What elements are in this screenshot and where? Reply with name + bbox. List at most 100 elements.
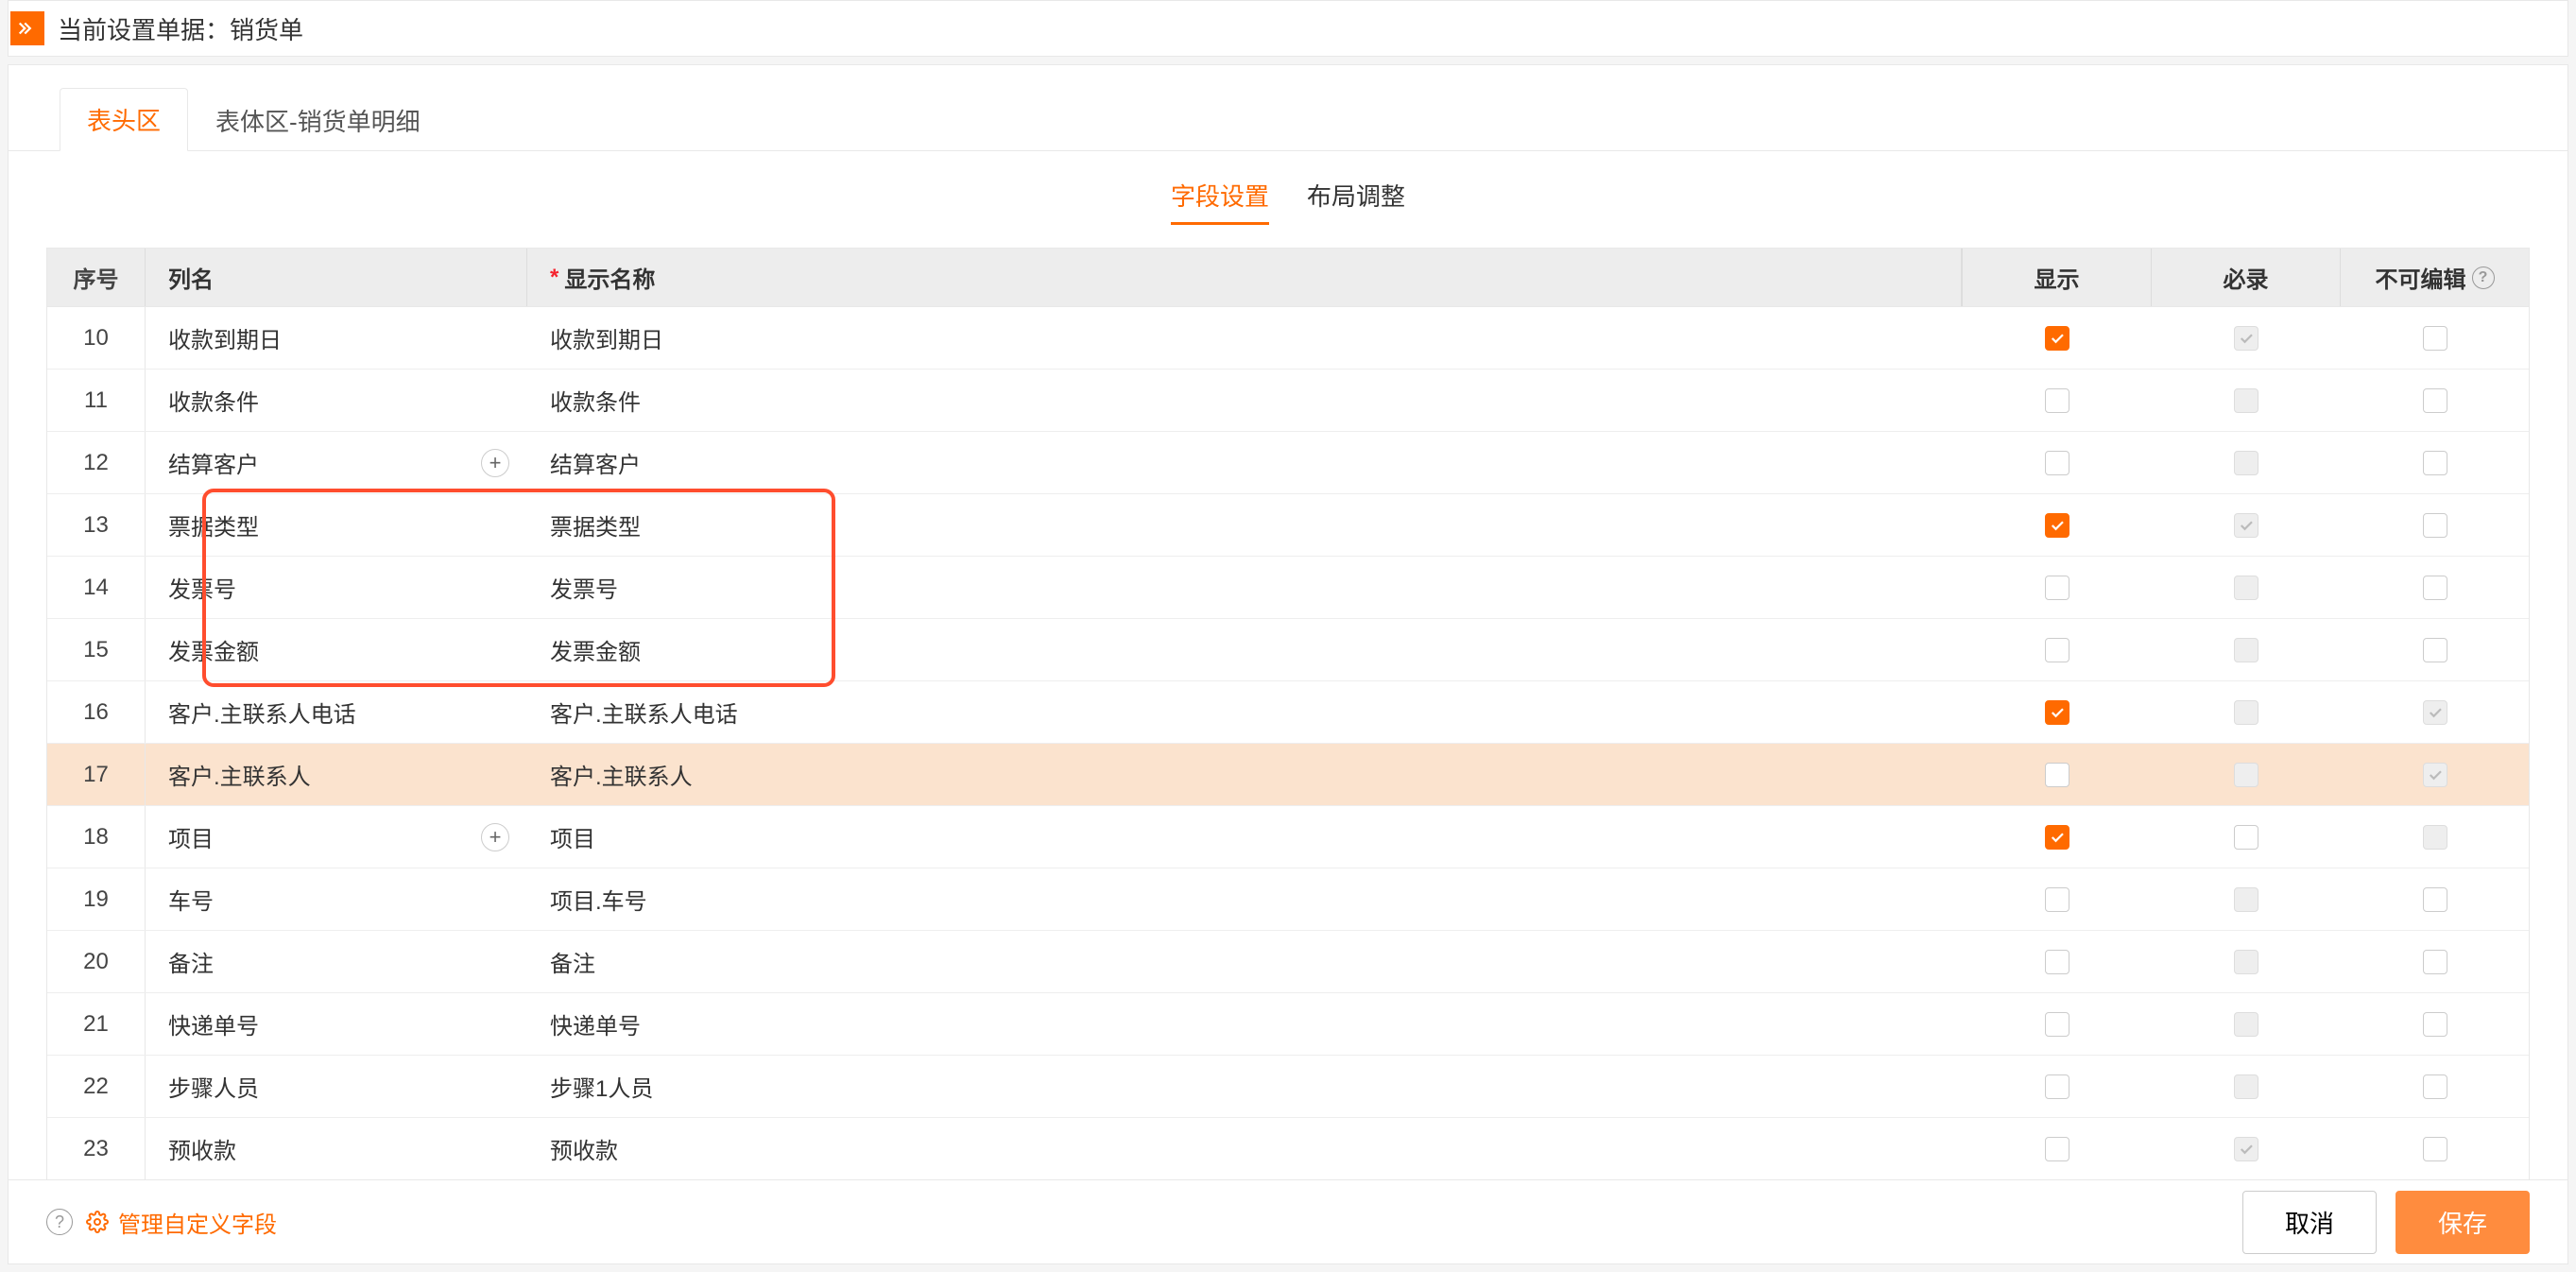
row-name: 发票号: [146, 557, 527, 618]
cell-readonly: [2340, 432, 2529, 493]
checkbox-readonly[interactable]: [2423, 1012, 2447, 1037]
table-row[interactable]: 17客户.主联系人客户.主联系人: [47, 744, 2529, 806]
table-row[interactable]: 20备注备注: [47, 931, 2529, 993]
checkbox-readonly: [2423, 763, 2447, 787]
table-row[interactable]: 18项目+项目: [47, 806, 2529, 868]
checkbox-readonly[interactable]: [2423, 388, 2447, 413]
cell-readonly: [2340, 619, 2529, 680]
cell-required: [2151, 868, 2340, 930]
cancel-button[interactable]: 取消: [2242, 1191, 2377, 1254]
cell-required: [2151, 557, 2340, 618]
cell-show: [1962, 744, 2151, 805]
checkbox-readonly[interactable]: [2423, 1137, 2447, 1161]
row-display-name[interactable]: 结算客户: [527, 432, 1962, 493]
checkbox-required: [2234, 763, 2258, 787]
row-display-name[interactable]: 步骤1人员: [527, 1056, 1962, 1117]
checkbox-required: [2234, 950, 2258, 974]
row-display-name[interactable]: 发票号: [527, 557, 1962, 618]
manage-custom-fields-link[interactable]: ? 管理自定义字段: [46, 1206, 277, 1239]
expand-sidebar-button[interactable]: [10, 11, 44, 45]
table-row[interactable]: 10收款到期日收款到期日: [47, 307, 2529, 370]
checkbox-required[interactable]: [2234, 825, 2258, 850]
row-name: 客户.主联系人: [146, 744, 527, 805]
row-display-name[interactable]: 客户.主联系人电话: [527, 681, 1962, 743]
table-row[interactable]: 11收款条件收款条件: [47, 370, 2529, 432]
checkbox-show[interactable]: [2045, 326, 2069, 351]
cell-required: [2151, 806, 2340, 868]
checkbox-show[interactable]: [2045, 451, 2069, 475]
checkbox-show[interactable]: [2045, 513, 2069, 538]
checkbox-show[interactable]: [2045, 950, 2069, 974]
row-display-name[interactable]: 快递单号: [527, 993, 1962, 1055]
row-display-name[interactable]: 收款条件: [527, 370, 1962, 431]
row-name: 步骤人员: [146, 1056, 527, 1117]
checkbox-required: [2234, 326, 2258, 351]
checkbox-show[interactable]: [2045, 576, 2069, 600]
col-header-index: 序号: [47, 249, 146, 306]
checkbox-show[interactable]: [2045, 388, 2069, 413]
checkbox-readonly[interactable]: [2423, 451, 2447, 475]
section-tab-0[interactable]: 表头区: [60, 88, 188, 151]
cell-show: [1962, 681, 2151, 743]
checkbox-readonly[interactable]: [2423, 513, 2447, 538]
checkbox-readonly[interactable]: [2423, 950, 2447, 974]
row-index: 10: [47, 307, 146, 369]
cell-show: [1962, 307, 2151, 369]
row-display-name[interactable]: 项目: [527, 806, 1962, 868]
checkbox-show[interactable]: [2045, 1012, 2069, 1037]
checkbox-required: [2234, 638, 2258, 662]
row-display-name[interactable]: 备注: [527, 931, 1962, 992]
save-button[interactable]: 保存: [2396, 1191, 2530, 1254]
cell-required: [2151, 931, 2340, 992]
table-row[interactable]: 16客户.主联系人电话客户.主联系人电话: [47, 681, 2529, 744]
cell-required: [2151, 993, 2340, 1055]
checkbox-show[interactable]: [2045, 638, 2069, 662]
row-name: 收款到期日: [146, 307, 527, 369]
row-display-name[interactable]: 票据类型: [527, 494, 1962, 556]
sub-tab-1[interactable]: 布局调整: [1307, 178, 1405, 225]
cell-readonly: [2340, 744, 2529, 805]
row-display-name[interactable]: 预收款: [527, 1118, 1962, 1179]
checkbox-readonly[interactable]: [2423, 638, 2447, 662]
section-tab-1[interactable]: 表体区-销货单明细: [188, 89, 448, 151]
add-child-button[interactable]: +: [481, 823, 509, 851]
checkbox-readonly[interactable]: [2423, 326, 2447, 351]
row-display-name[interactable]: 客户.主联系人: [527, 744, 1962, 805]
checkbox-readonly[interactable]: [2423, 887, 2447, 912]
table-row[interactable]: 23预收款预收款: [47, 1118, 2529, 1180]
help-icon[interactable]: ?: [2472, 266, 2495, 289]
col-header-display: *显示名称: [527, 249, 1962, 306]
row-name: 快递单号: [146, 993, 527, 1055]
table-row[interactable]: 22步骤人员步骤1人员: [47, 1056, 2529, 1118]
checkbox-show[interactable]: [2045, 1074, 2069, 1099]
row-name: 发票金额: [146, 619, 527, 680]
row-display-name[interactable]: 发票金额: [527, 619, 1962, 680]
checkbox-readonly: [2423, 700, 2447, 725]
row-index: 19: [47, 868, 146, 930]
table-row[interactable]: 13票据类型票据类型: [47, 494, 2529, 557]
add-child-button[interactable]: +: [481, 449, 509, 477]
gear-icon: [86, 1211, 109, 1233]
row-index: 22: [47, 1056, 146, 1117]
row-name: 客户.主联系人电话: [146, 681, 527, 743]
row-index: 21: [47, 993, 146, 1055]
cell-required: [2151, 494, 2340, 556]
table-row[interactable]: 21快递单号快递单号: [47, 993, 2529, 1056]
table-row[interactable]: 12结算客户+结算客户: [47, 432, 2529, 494]
cell-readonly: [2340, 370, 2529, 431]
checkbox-readonly[interactable]: [2423, 576, 2447, 600]
table-row[interactable]: 19车号项目.车号: [47, 868, 2529, 931]
checkbox-show[interactable]: [2045, 763, 2069, 787]
sub-tab-0[interactable]: 字段设置: [1171, 178, 1269, 225]
checkbox-show[interactable]: [2045, 825, 2069, 850]
checkbox-show[interactable]: [2045, 887, 2069, 912]
checkbox-show[interactable]: [2045, 700, 2069, 725]
col-header-required: 必录: [2151, 249, 2340, 306]
checkbox-readonly[interactable]: [2423, 1074, 2447, 1099]
row-display-name[interactable]: 项目.车号: [527, 868, 1962, 930]
help-icon[interactable]: ?: [46, 1209, 73, 1235]
row-display-name[interactable]: 收款到期日: [527, 307, 1962, 369]
table-row[interactable]: 15发票金额发票金额: [47, 619, 2529, 681]
checkbox-show[interactable]: [2045, 1137, 2069, 1161]
table-row[interactable]: 14发票号发票号: [47, 557, 2529, 619]
